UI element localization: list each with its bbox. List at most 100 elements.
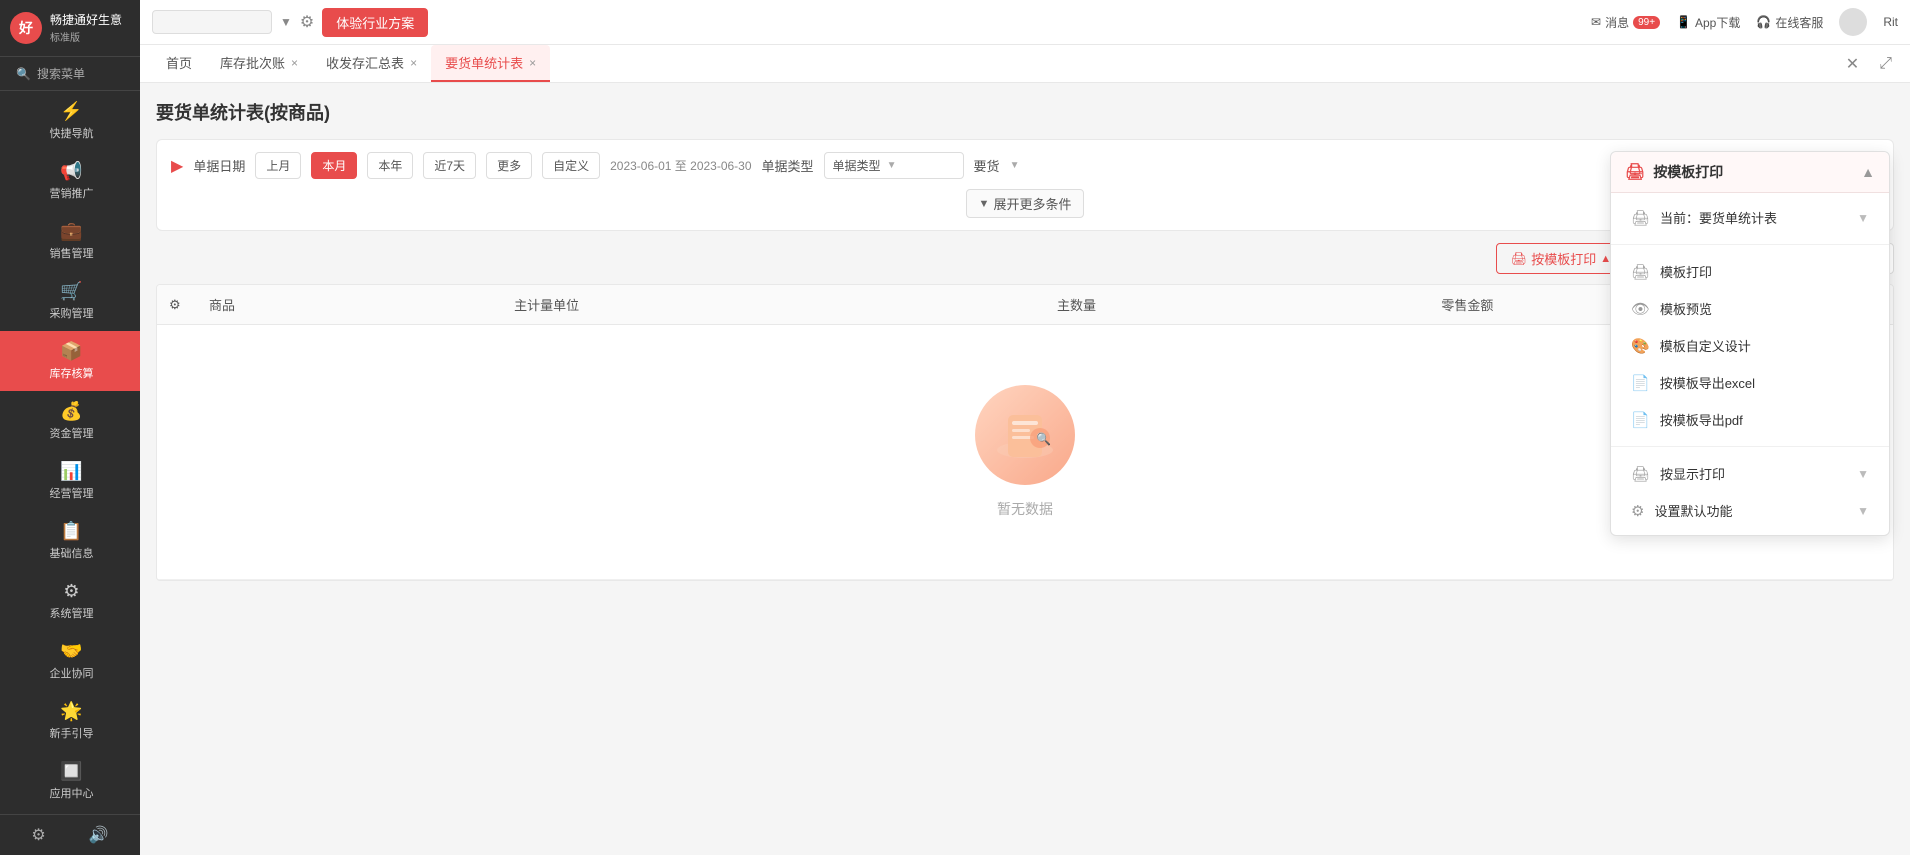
topbar-msg-btn[interactable]: ✉ 消息 99+ bbox=[1591, 14, 1660, 31]
tab-batch-account[interactable]: 库存批次账 × bbox=[206, 45, 312, 82]
tab-home[interactable]: 首页 bbox=[152, 45, 206, 82]
dropdown-current-section: 🖨 当前：要货单统计表 ▼ bbox=[1611, 193, 1889, 242]
sidebar-item-basic[interactable]: 📋 基础信息 bbox=[0, 511, 140, 571]
sidebar-item-system[interactable]: ⚙ 系统管理 bbox=[0, 571, 140, 631]
display-print-arrow: ▼ bbox=[1857, 467, 1869, 481]
sidebar-item-quick-nav[interactable]: ⚡ 快捷导航 bbox=[0, 91, 140, 151]
print-dropdown-panel: 🖨 按模板打印 ▲ 🖨 当前：要货单统计表 ▼ 🖨 bbox=[1610, 151, 1890, 536]
sidebar-item-operation[interactable]: 📊 经营管理 bbox=[0, 451, 140, 511]
purchase-icon: 🛒 bbox=[60, 281, 82, 302]
date-more-btn[interactable]: 更多 bbox=[486, 152, 532, 179]
dropdown-print-icon: 🖨 bbox=[1625, 162, 1645, 182]
sidebar-item-purchase[interactable]: 🛒 采购管理 bbox=[0, 271, 140, 331]
sidebar-item-marketing[interactable]: 📢 营销推广 bbox=[0, 151, 140, 211]
window-maximize-btn[interactable]: ⤢ bbox=[1873, 52, 1898, 76]
sidebar: 好 畅捷通好生意 标准版 🔍 搜索菜单 ⚡ 快捷导航 📢 营销推广 💼 销售管理… bbox=[0, 0, 140, 855]
export-excel-icon: 📄 bbox=[1631, 374, 1650, 392]
sidebar-item-sales[interactable]: 💼 销售管理 bbox=[0, 211, 140, 271]
sidebar-search[interactable]: 🔍 搜索菜单 bbox=[0, 57, 140, 91]
dropdown-extra-section: 🖨 按显示打印 ▼ ⚙ 设置默认功能 ▼ bbox=[1611, 449, 1889, 535]
service-icon: 🎧 bbox=[1756, 15, 1771, 29]
basic-icon: 📋 bbox=[60, 521, 82, 542]
settings-bottom-icon[interactable]: ⚙ bbox=[31, 825, 45, 845]
tab-close-batch[interactable]: × bbox=[291, 56, 298, 70]
date-last-7-days-btn[interactable]: 近7天 bbox=[423, 152, 476, 179]
expand-more-icon: ▼ bbox=[979, 198, 990, 210]
tab-order-summary[interactable]: 要货单统计表 × bbox=[431, 45, 550, 82]
current-item-arrow: ▼ bbox=[1857, 211, 1869, 225]
date-range-text: 2023-06-01 至 2023-06-30 bbox=[610, 157, 751, 174]
page-content: 要货单统计表(按商品) ▶ 单据日期 上月 本月 本年 近7天 更多 自定义 2… bbox=[140, 83, 1910, 855]
sidebar-nav: ⚡ 快捷导航 📢 营销推广 💼 销售管理 🛒 采购管理 📦 库存核算 💰 资金管… bbox=[0, 91, 140, 814]
dropdown-template-print[interactable]: 🖨 模板打印 bbox=[1611, 253, 1889, 290]
trial-button[interactable]: 体验行业方案 bbox=[322, 8, 428, 37]
dropdown-close-arrow[interactable]: ▲ bbox=[1861, 164, 1875, 180]
date-label: 单据日期 bbox=[193, 156, 245, 175]
tabs-window-controls: ✕ ⤢ bbox=[1840, 52, 1898, 76]
filter-expand-icon[interactable]: ▶ bbox=[171, 156, 183, 176]
print-btn[interactable]: 🖨 按模板打印 ▲ bbox=[1496, 243, 1626, 274]
topbar-dropdown-arrow[interactable]: ▼ bbox=[280, 15, 292, 29]
expand-more-btn[interactable]: ▼ 展开更多条件 bbox=[966, 189, 1085, 218]
topbar-app-btn[interactable]: 📱 App下载 bbox=[1676, 14, 1740, 31]
template-preview-icon: 👁 bbox=[1631, 300, 1650, 318]
topbar-right: ✉ 消息 99+ 📱 App下载 🎧 在线客服 Rit bbox=[1591, 8, 1898, 36]
app-center-icon: 🔲 bbox=[60, 761, 82, 782]
topbar-service-btn[interactable]: 🎧 在线客服 bbox=[1756, 14, 1823, 31]
template-design-icon: 🎨 bbox=[1631, 337, 1650, 355]
th-settings[interactable]: ⚙ bbox=[157, 285, 197, 325]
topbar-gear-icon[interactable]: ⚙ bbox=[300, 12, 314, 32]
th-quantity: 主数量 bbox=[1045, 285, 1429, 325]
quick-nav-icon: ⚡ bbox=[60, 101, 82, 122]
type-dropdown[interactable]: 单据类型 ▼ bbox=[824, 152, 964, 179]
guide-icon: 🌟 bbox=[60, 701, 82, 722]
search-icon: 🔍 bbox=[16, 67, 31, 81]
tab-receipt-summary[interactable]: 收发存汇总表 × bbox=[312, 45, 431, 82]
type-label: 单据类型 bbox=[762, 156, 814, 175]
date-custom-btn[interactable]: 自定义 bbox=[542, 152, 600, 179]
tab-close-receipt[interactable]: × bbox=[410, 56, 417, 70]
svg-text:🔍: 🔍 bbox=[1036, 431, 1051, 446]
sidebar-item-inventory[interactable]: 📦 库存核算 bbox=[0, 331, 140, 391]
topbar-username[interactable]: Rit bbox=[1883, 15, 1898, 29]
date-this-year-btn[interactable]: 本年 bbox=[367, 152, 413, 179]
display-print-icon: 🖨 bbox=[1631, 465, 1650, 483]
th-product: 商品 bbox=[197, 285, 502, 325]
order-type-label: 要货 bbox=[974, 156, 1000, 175]
tabs-bar: 首页 库存批次账 × 收发存汇总表 × 要货单统计表 × ✕ ⤢ bbox=[140, 45, 1910, 83]
dropdown-header: 🖨 按模板打印 ▲ bbox=[1611, 152, 1889, 193]
dropdown-template-preview[interactable]: 👁 模板预览 bbox=[1611, 290, 1889, 327]
sidebar-item-finance[interactable]: 💰 资金管理 bbox=[0, 391, 140, 451]
finance-icon: 💰 bbox=[60, 401, 82, 422]
sidebar-item-guide[interactable]: 🌟 新手引导 bbox=[0, 691, 140, 751]
sidebar-item-app-center[interactable]: 🔲 应用中心 bbox=[0, 751, 140, 811]
dropdown-display-print[interactable]: 🖨 按显示打印 ▼ bbox=[1611, 455, 1889, 492]
date-this-month-btn[interactable]: 本月 bbox=[311, 152, 357, 179]
dropdown-divider-2 bbox=[1611, 446, 1889, 447]
column-settings-icon[interactable]: ⚙ bbox=[169, 297, 181, 312]
app-logo-icon: 好 bbox=[10, 12, 42, 44]
sidebar-bottom: ⚙ 🔊 bbox=[0, 814, 140, 855]
window-close-btn[interactable]: ✕ bbox=[1840, 52, 1865, 76]
dropdown-divider-1 bbox=[1611, 244, 1889, 245]
empty-icon: 🔍 bbox=[975, 385, 1075, 485]
topbar-search-input[interactable] bbox=[152, 10, 272, 34]
th-unit: 主计量单位 bbox=[502, 285, 1045, 325]
date-prev-month-btn[interactable]: 上月 bbox=[255, 152, 301, 179]
current-icon: 🖨 bbox=[1631, 209, 1650, 227]
sales-icon: 💼 bbox=[60, 221, 82, 242]
tab-close-order[interactable]: × bbox=[529, 56, 536, 70]
empty-text: 暂无数据 bbox=[997, 499, 1053, 519]
system-icon: ⚙ bbox=[63, 581, 79, 602]
dropdown-current-item[interactable]: 🖨 当前：要货单统计表 ▼ bbox=[1611, 199, 1889, 236]
dropdown-set-default[interactable]: ⚙ 设置默认功能 ▼ bbox=[1611, 492, 1889, 529]
dropdown-export-excel[interactable]: 📄 按模板导出excel bbox=[1611, 364, 1889, 401]
sound-bottom-icon[interactable]: 🔊 bbox=[89, 825, 109, 845]
sidebar-item-collab[interactable]: 🤝 企业协同 bbox=[0, 631, 140, 691]
topbar-avatar[interactable] bbox=[1839, 8, 1867, 36]
topbar: ▼ ⚙ 体验行业方案 ✉ 消息 99+ 📱 App下载 🎧 在线客服 Rit bbox=[140, 0, 1910, 45]
dropdown-export-pdf[interactable]: 📄 按模板导出pdf bbox=[1611, 401, 1889, 438]
page-title: 要货单统计表(按商品) bbox=[156, 99, 1894, 125]
dropdown-template-design[interactable]: 🎨 模板自定义设计 bbox=[1611, 327, 1889, 364]
msg-icon: ✉ bbox=[1591, 15, 1601, 29]
